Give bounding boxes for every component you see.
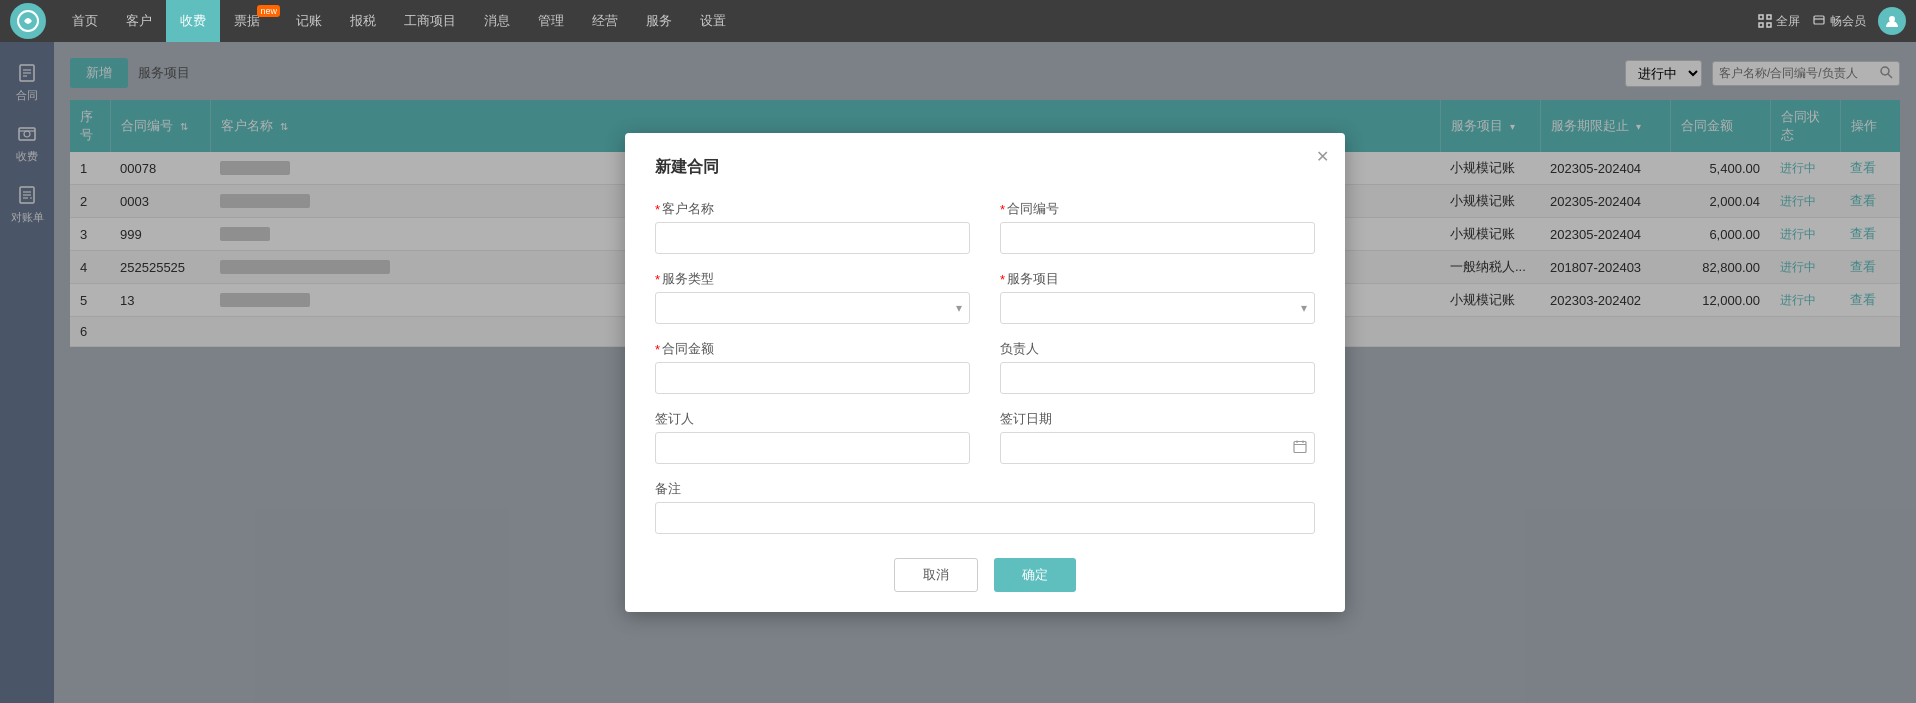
signer-row: 签订人	[655, 410, 970, 464]
remarks-row: 备注	[655, 480, 1315, 534]
service-item-label: * 服务项目	[1000, 270, 1315, 288]
avatar[interactable]	[1878, 7, 1906, 35]
fullscreen-button[interactable]: 全屏	[1758, 13, 1800, 30]
new-contract-modal: ✕ 新建合同 * 客户名称 * 合同编号	[625, 133, 1345, 612]
contract-no-input[interactable]	[1000, 222, 1315, 254]
sign-date-label: 签订日期	[1000, 410, 1315, 428]
contract-icon	[16, 62, 38, 84]
confirm-button[interactable]: 确定	[994, 558, 1076, 592]
sidebar-item-statement[interactable]: 对账单	[0, 174, 54, 235]
contract-amount-label: * 合同金额	[655, 340, 970, 358]
nav-operation[interactable]: 经营	[578, 0, 632, 42]
service-type-label: * 服务类型	[655, 270, 970, 288]
modal-close-button[interactable]: ✕	[1316, 147, 1329, 166]
new-badge: new	[257, 5, 280, 17]
svg-rect-5	[1814, 16, 1824, 24]
svg-rect-1	[1759, 15, 1763, 19]
cancel-button[interactable]: 取消	[894, 558, 978, 592]
svg-rect-2	[1767, 15, 1771, 19]
responsible-person-row: 负责人	[1000, 340, 1315, 394]
modal-form: * 客户名称 * 合同编号	[655, 200, 1315, 534]
top-navbar: 首页 客户 收费 票据 new 记账 报税 工商项目 消息 管理 经营 服务 设…	[0, 0, 1916, 42]
sidebar-item-contract[interactable]: 合同	[0, 52, 54, 113]
nav-business[interactable]: 工商项目	[390, 0, 470, 42]
modal-overlay: ✕ 新建合同 * 客户名称 * 合同编号	[54, 42, 1916, 703]
content-area: 新增 服务项目 进行中 序号 合同编号 ⇅ 客户名称 ⇅ 服务项目 ▾	[54, 42, 1916, 703]
client-name-input[interactable]	[655, 222, 970, 254]
service-item-select[interactable]	[1000, 292, 1315, 324]
svg-rect-12	[19, 128, 35, 140]
client-name-label: * 客户名称	[655, 200, 970, 218]
service-type-row: * 服务类型 ▾	[655, 270, 970, 324]
sidebar-item-billing[interactable]: 收费	[0, 113, 54, 174]
nav-right-actions: 全屏 畅会员	[1758, 7, 1906, 35]
nav-customer[interactable]: 客户	[112, 0, 166, 42]
responsible-person-label: 负责人	[1000, 340, 1315, 358]
nav-tax[interactable]: 报税	[336, 0, 390, 42]
statement-icon	[16, 184, 38, 206]
nav-home[interactable]: 首页	[58, 0, 112, 42]
contract-no-row: * 合同编号	[1000, 200, 1315, 254]
remarks-input[interactable]	[655, 502, 1315, 534]
contract-no-label: * 合同编号	[1000, 200, 1315, 218]
service-type-select[interactable]	[655, 292, 970, 324]
sign-date-input[interactable]: 2023-06-06	[1000, 432, 1315, 464]
member-button[interactable]: 畅会员	[1812, 13, 1866, 30]
modal-footer: 取消 确定	[655, 558, 1315, 592]
nav-message[interactable]: 消息	[470, 0, 524, 42]
remarks-label: 备注	[655, 480, 1315, 498]
billing-icon	[16, 123, 38, 145]
contract-amount-row: * 合同金额 0.00	[655, 340, 970, 394]
svg-point-13	[24, 131, 30, 137]
modal-title: 新建合同	[655, 157, 1315, 178]
svg-rect-3	[1759, 23, 1763, 27]
client-name-row: * 客户名称	[655, 200, 970, 254]
nav-menu: 首页 客户 收费 票据 new 记账 报税 工商项目 消息 管理 经营 服务 设…	[58, 0, 1758, 42]
svg-rect-4	[1767, 23, 1771, 27]
sidebar: 合同 收费 对账单	[0, 42, 54, 703]
nav-invoice[interactable]: 票据 new	[220, 0, 282, 42]
contract-amount-input[interactable]: 0.00	[655, 362, 970, 394]
nav-billing[interactable]: 收费	[166, 0, 220, 42]
nav-bookkeeping[interactable]: 记账	[282, 0, 336, 42]
responsible-person-input[interactable]	[1000, 362, 1315, 394]
signer-label: 签订人	[655, 410, 970, 428]
nav-manage[interactable]: 管理	[524, 0, 578, 42]
nav-settings[interactable]: 设置	[686, 0, 740, 42]
sign-date-row: 签订日期 2023-06-06	[1000, 410, 1315, 464]
signer-input[interactable]	[655, 432, 970, 464]
service-item-row: * 服务项目 ▾	[1000, 270, 1315, 324]
app-logo	[10, 3, 46, 39]
nav-service[interactable]: 服务	[632, 0, 686, 42]
